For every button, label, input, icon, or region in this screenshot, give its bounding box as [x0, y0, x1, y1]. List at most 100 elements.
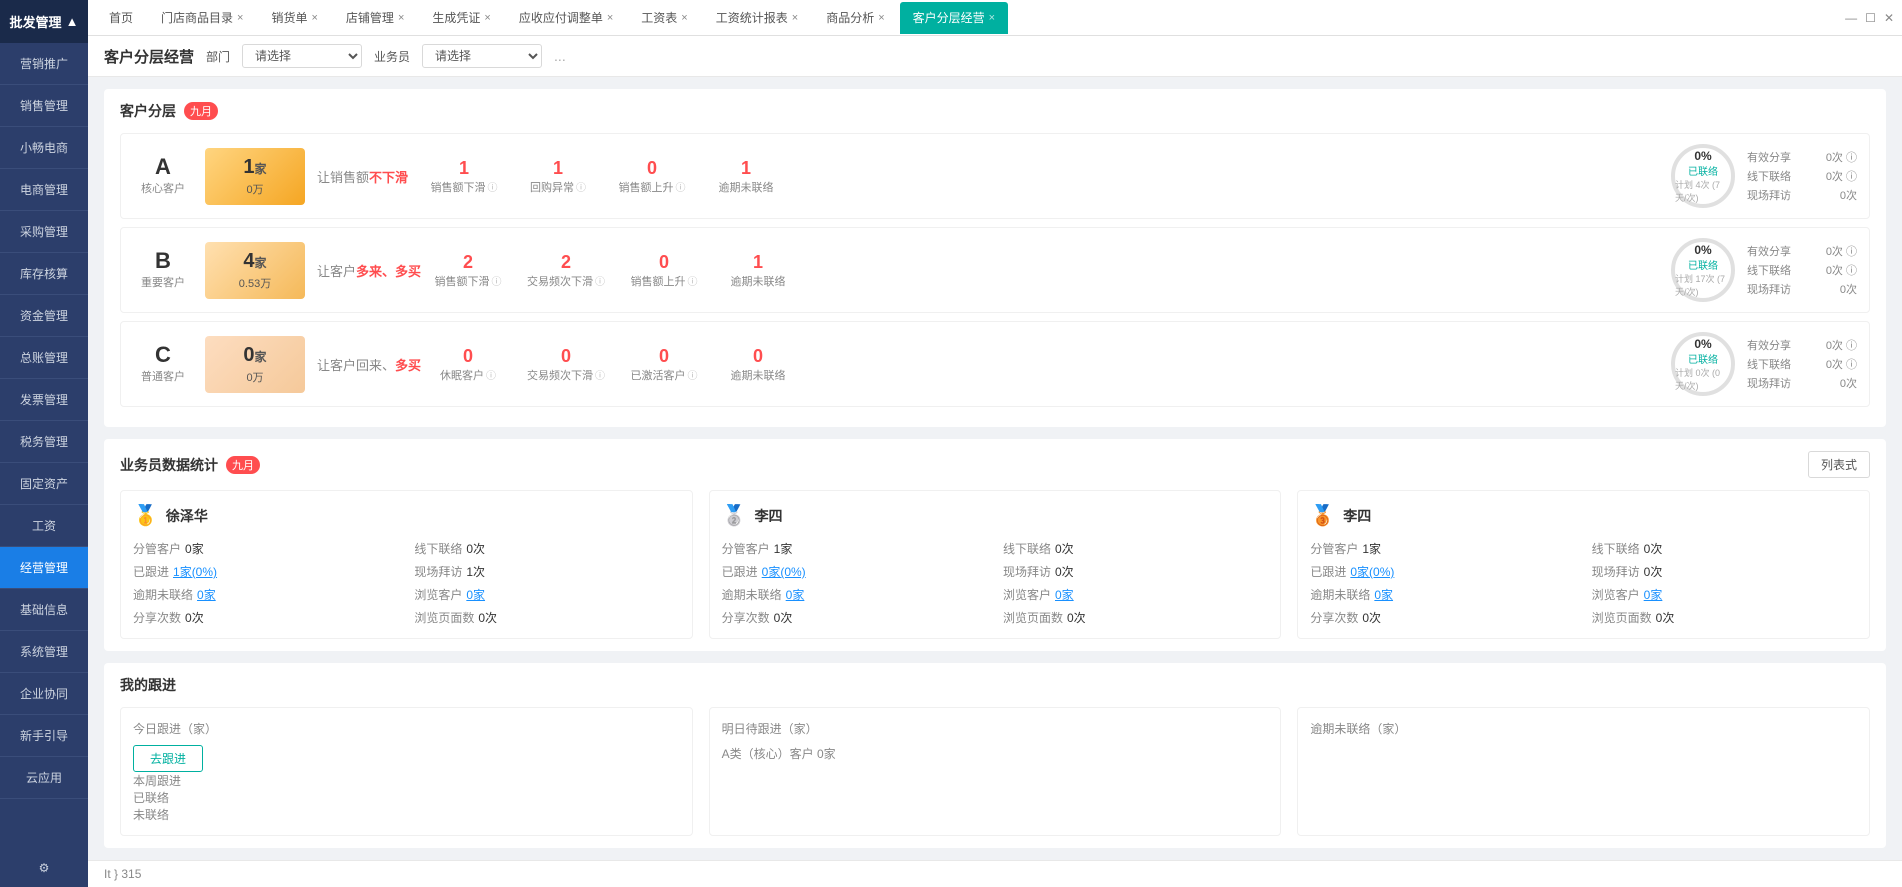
content-area: 客户分层 九月 A核心客户1家0万让销售额不下滑1销售额下滑ⓘ1回购异常ⓘ0销售… [88, 77, 1902, 860]
biz-card-row-val[interactable]: 1家(0%) [173, 563, 217, 580]
tab-工资统计报表[interactable]: 工资统计报表 × [703, 2, 811, 34]
agent-name: 徐泽华 [166, 506, 208, 526]
toolbar: 客户分层经营 部门 请选择 业务员 请选择 ... [88, 36, 1902, 77]
tier-label-A: A核心客户 [133, 156, 193, 196]
sidebar-item-采购管理[interactable]: 采购管理 [0, 211, 88, 253]
biz-card-row: 现场拜访0次 [1003, 563, 1268, 580]
biz-card-row: 浏览页面数0次 [1592, 609, 1857, 626]
biz-card-row-label: 分享次数 [722, 609, 770, 626]
sidebar-item-固定资产[interactable]: 固定资产 [0, 463, 88, 505]
settings-icon: ⚙ [39, 861, 50, 875]
window-minimize-icon[interactable]: — [1845, 11, 1857, 25]
follow-card-row: 已联络 [133, 789, 680, 806]
list-view-button[interactable]: 列表式 [1808, 451, 1870, 478]
sidebar-item-库存核算[interactable]: 库存核算 [0, 253, 88, 295]
tier-row-B: B重要客户4家0.53万让客户多来、多买2销售额下滑ⓘ2交易频次下滑ⓘ0销售额上… [120, 227, 1870, 313]
biz-card-row-val[interactable]: 0家 [1374, 586, 1393, 603]
tier-stat: 0已激活客户ⓘ [629, 346, 699, 383]
biz-card-row-val[interactable]: 0家(0%) [1350, 563, 1394, 580]
biz-card-row: 已跟进0家(0%) [1310, 563, 1575, 580]
biz-card-row: 分管客户0家 [133, 540, 398, 557]
sidebar-item-新手引导[interactable]: 新手引导 [0, 715, 88, 757]
biz-card-row-label: 浏览页面数 [1003, 609, 1063, 626]
biz-card-row: 逾期未联络0家 [722, 586, 987, 603]
biz-card-row-val: 0次 [774, 609, 793, 626]
tab-销货单[interactable]: 销货单 × [258, 2, 330, 34]
tab-close-客户分层经营[interactable]: × [989, 12, 995, 24]
biz-card-row: 浏览客户0家 [1003, 586, 1268, 603]
biz-card-row: 线下联络0次 [414, 540, 679, 557]
medal-icon-gold: 🥇 [133, 503, 158, 528]
customer-section: 客户分层 九月 A核心客户1家0万让销售额不下滑1销售额下滑ⓘ1回购异常ⓘ0销售… [104, 89, 1886, 427]
biz-card-row: 线下联络0次 [1592, 540, 1857, 557]
dept-select[interactable]: 请选择 [242, 44, 362, 68]
sidebar-item-小畅电商[interactable]: 小畅电商 [0, 127, 88, 169]
tier-stats-C: 0休眠客户ⓘ0交易频次下滑ⓘ0已激活客户ⓘ0逾期未联络 [433, 346, 1659, 383]
biz-card-row-label: 已跟进 [722, 563, 758, 580]
agent-name: 李四 [755, 506, 783, 526]
tab-店铺管理[interactable]: 店铺管理 × [333, 2, 417, 34]
biz-card-row-label: 现场拜访 [1592, 563, 1640, 580]
biz-card-row-val[interactable]: 0家 [1644, 586, 1663, 603]
tier-stat: 1销售额下滑ⓘ [429, 158, 499, 195]
sidebar-item-发票管理[interactable]: 发票管理 [0, 379, 88, 421]
tier-right-stat: 现场拜访0次 [1747, 281, 1857, 297]
biz-card-row-val[interactable]: 0家(0%) [762, 563, 806, 580]
tier-count-C: 0家0万 [205, 336, 305, 393]
tab-工资表[interactable]: 工资表 × [628, 2, 700, 34]
biz-card-row-label: 现场拜访 [1003, 563, 1051, 580]
sidebar-item-营销推广[interactable]: 营销推广 [0, 43, 88, 85]
biz-card-row-val: 0次 [1055, 540, 1074, 557]
sidebar-item-资金管理[interactable]: 资金管理 [0, 295, 88, 337]
tier-circle-C: 0%已联络计划 0次 (0天/次) [1671, 332, 1735, 396]
sidebar-item-销售管理[interactable]: 销售管理 [0, 85, 88, 127]
tier-circle-A: 0%已联络计划 4次 (7天/次) [1671, 144, 1735, 208]
biz-card-row-val[interactable]: 0家 [786, 586, 805, 603]
biz-card-row-label: 浏览页面数 [414, 609, 474, 626]
biz-card-row-val[interactable]: 0家 [197, 586, 216, 603]
sidebar-item-基础信息[interactable]: 基础信息 [0, 589, 88, 631]
biz-card-row-label: 浏览页面数 [1592, 609, 1652, 626]
sidebar-item-企业协同[interactable]: 企业协同 [0, 673, 88, 715]
tab-close-商品分析[interactable]: × [878, 12, 884, 24]
more-options[interactable]: ... [554, 48, 566, 64]
follow-go-button[interactable]: 去跟进 [133, 745, 203, 772]
tab-首页[interactable]: 首页 [96, 2, 146, 34]
tab-close-销货单[interactable]: × [311, 12, 317, 24]
sidebar-item-云应用[interactable]: 云应用 [0, 757, 88, 799]
sidebar-header[interactable]: 批发管理 ▲ [0, 0, 88, 43]
biz-card-row-label: 分管客户 [722, 540, 770, 557]
biz-card-row-label: 分享次数 [1310, 609, 1358, 626]
sidebar-item-电商管理[interactable]: 电商管理 [0, 169, 88, 211]
tab-close-店铺管理[interactable]: × [398, 12, 404, 24]
agent-select[interactable]: 请选择 [422, 44, 542, 68]
sidebar-item-工资[interactable]: 工资 [0, 505, 88, 547]
window-close-icon[interactable]: ✕ [1884, 11, 1894, 25]
tier-right-stats-A: 有效分享0次 ⓘ线下联络0次 ⓘ现场拜访0次 [1747, 149, 1857, 203]
biz-card-row: 浏览页面数0次 [1003, 609, 1268, 626]
biz-card-row-val[interactable]: 0家 [466, 586, 485, 603]
tab-门店商品目录[interactable]: 门店商品目录 × [148, 2, 256, 34]
sidebar-item-总账管理[interactable]: 总账管理 [0, 337, 88, 379]
window-maximize-icon[interactable]: ☐ [1865, 11, 1876, 25]
tab-应收应付调整单[interactable]: 应收应付调整单 × [506, 2, 626, 34]
follow-card-title: 今日跟进（家） [133, 720, 680, 737]
tab-close-工资统计报表[interactable]: × [792, 12, 798, 24]
tier-stat: 0逾期未联络 [723, 346, 793, 383]
tab-客户分层经营[interactable]: 客户分层经营 × [900, 2, 1008, 34]
tab-商品分析[interactable]: 商品分析 × [813, 2, 897, 34]
tier-slogan-A: 让销售额不下滑 [317, 167, 417, 186]
tab-close-应收应付调整单[interactable]: × [607, 12, 613, 24]
sidebar-item-税务管理[interactable]: 税务管理 [0, 421, 88, 463]
tab-close-门店商品目录[interactable]: × [237, 12, 243, 24]
tab-生成凭证[interactable]: 生成凭证 × [419, 2, 503, 34]
tier-stat: 2销售额下滑ⓘ [433, 252, 503, 289]
sidebar-settings[interactable]: ⚙ [0, 849, 88, 887]
sidebar-item-经营管理[interactable]: 经营管理 [0, 547, 88, 589]
tab-close-生成凭证[interactable]: × [484, 12, 490, 24]
biz-card-row-val[interactable]: 0家 [1055, 586, 1074, 603]
tab-close-工资表[interactable]: × [681, 12, 687, 24]
biz-card-row: 分管客户1家 [1310, 540, 1575, 557]
sidebar-item-系统管理[interactable]: 系统管理 [0, 631, 88, 673]
tier-right-stats-C: 有效分享0次 ⓘ线下联络0次 ⓘ现场拜访0次 [1747, 337, 1857, 391]
